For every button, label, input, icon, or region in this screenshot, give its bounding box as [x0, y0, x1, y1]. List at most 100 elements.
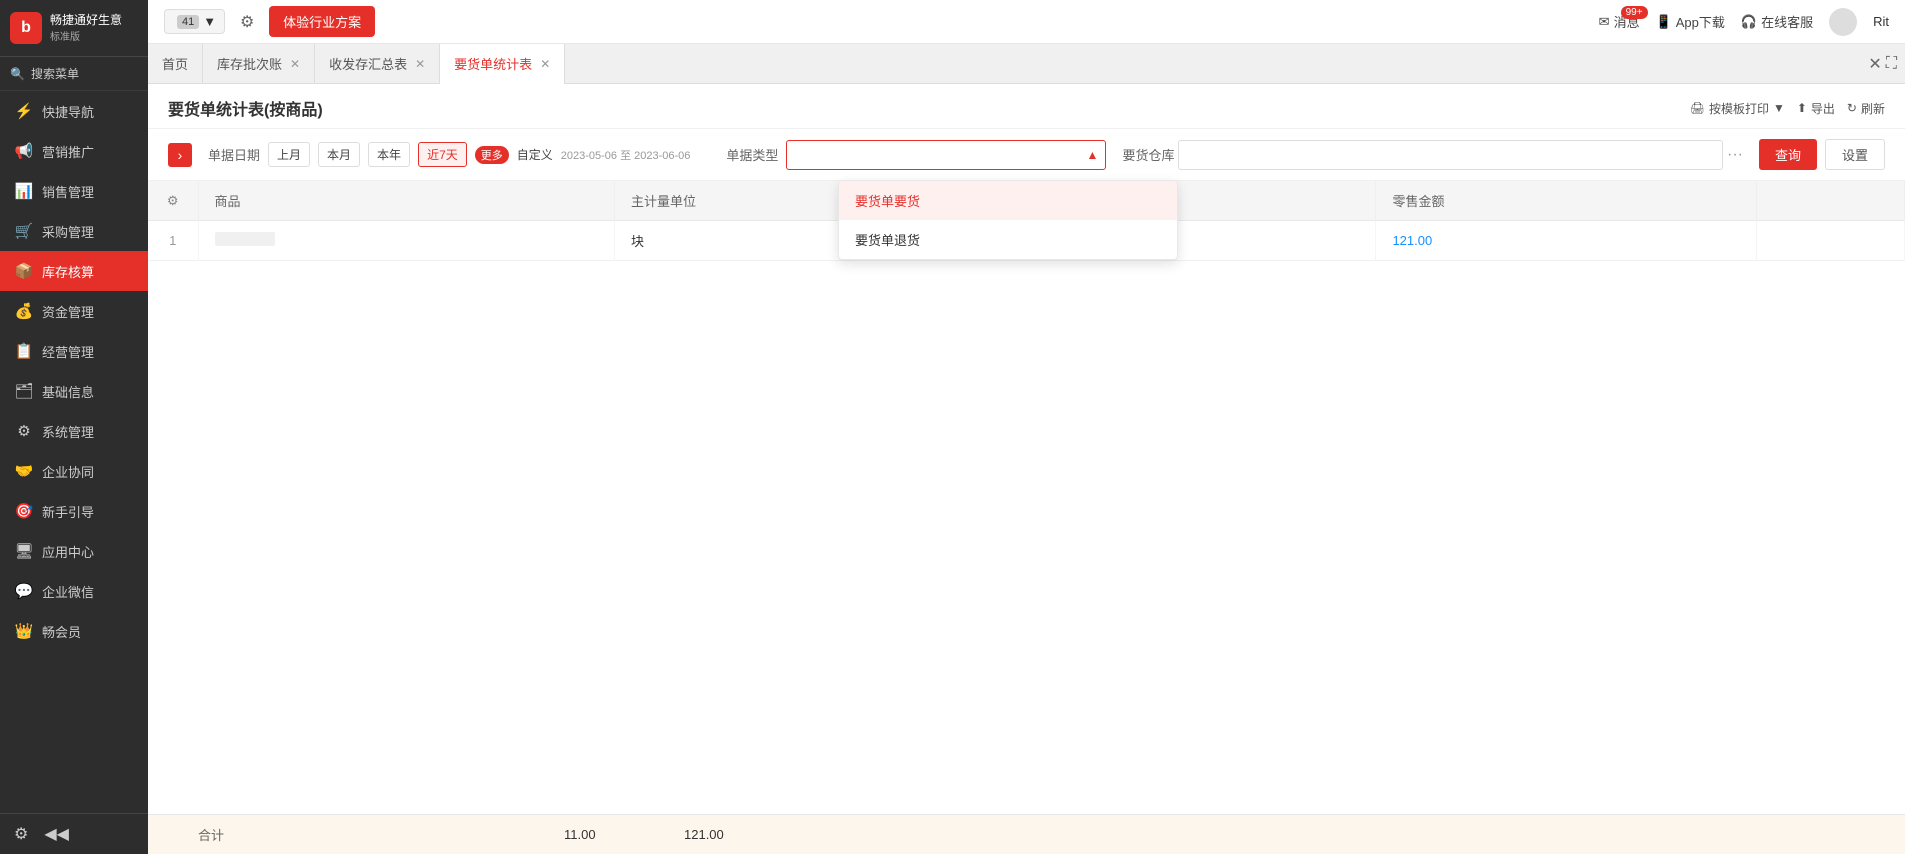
finance-icon: 💰	[14, 301, 34, 321]
trial-button[interactable]: 体验行业方案	[269, 6, 375, 37]
date-more-badge[interactable]: 更多	[475, 146, 509, 164]
service-icon: 🎧	[1741, 14, 1757, 30]
settings-icon[interactable]: ⚙	[14, 824, 28, 844]
sidebar-item-label: 库存核算	[42, 262, 94, 281]
sidebar-item-enterprise[interactable]: 🤝 企业协同	[0, 451, 148, 491]
cell-amount: 121.00	[1376, 221, 1757, 261]
sidebar-item-label: 采购管理	[42, 222, 94, 241]
sidebar-search[interactable]: 🔍 搜索菜单	[0, 57, 148, 91]
date-prev-month-button[interactable]: 上月	[268, 142, 310, 167]
sidebar-item-wechat[interactable]: 💬 企业微信	[0, 571, 148, 611]
filter-expand-button[interactable]: ›	[168, 143, 192, 167]
tabs-bar: 首页 库存批次账 ✕ 收发存汇总表 ✕ 要货单统计表 ✕ ✕ ⛶	[148, 44, 1905, 84]
query-button[interactable]: 查询	[1759, 139, 1817, 170]
top-bar-right: ✉ 消息 99+ 📱 App下载 🎧 在线客服 Rit	[1599, 8, 1889, 36]
message-badge: 99+	[1621, 6, 1648, 19]
sidebar-item-label: 销售管理	[42, 182, 94, 201]
sidebar-search-label: 搜索菜单	[31, 65, 79, 82]
store-selector[interactable]: 41 ▼	[164, 9, 225, 34]
message-icon: ✉	[1599, 14, 1610, 30]
sidebar-item-system[interactable]: ⚙ 系统管理	[0, 411, 148, 451]
sidebar: b 畅捷通好生意 标准版 🔍 搜索菜单 ⚡ 快捷导航 📢 营销推广 📊 销售管理…	[0, 0, 148, 854]
online-service-button[interactable]: 🎧 在线客服	[1741, 12, 1813, 31]
filter-buttons: 查询 设置	[1759, 139, 1885, 170]
sidebar-item-label: 经营管理	[42, 342, 94, 361]
sidebar-item-label: 系统管理	[42, 422, 94, 441]
sidebar-item-label: 畅会员	[42, 622, 81, 641]
table-footer: 合计 11.00 121.00	[148, 814, 1905, 854]
app-center-icon: 🖥	[14, 541, 34, 561]
tab-inventory-batch[interactable]: 库存批次账 ✕	[203, 44, 315, 84]
sidebar-item-marketing[interactable]: 📢 营销推广	[0, 131, 148, 171]
sidebar-bottom: ⚙ ◀◀	[0, 813, 148, 854]
warehouse-input[interactable]	[1178, 140, 1723, 170]
page-content: 要货单统计表(按商品) 🖨 按模板打印 ▼ ⬆ 导出 ↻ 刷新	[148, 84, 1905, 854]
th-settings[interactable]: ⚙	[148, 181, 198, 221]
enterprise-icon: 🤝	[14, 461, 34, 481]
th-extra	[1757, 181, 1905, 221]
app-download-button[interactable]: 📱 App下载	[1656, 12, 1725, 31]
logo-sub: 标准版	[50, 28, 122, 43]
date-this-month-button[interactable]: 本月	[318, 142, 360, 167]
sidebar-item-quick-nav[interactable]: ⚡ 快捷导航	[0, 91, 148, 131]
dropdown-item-label: 要货单退货	[855, 233, 920, 248]
footer-amount: 121.00	[668, 827, 788, 842]
chevron-right-icon: ›	[178, 147, 183, 163]
sidebar-item-inventory[interactable]: 📦 库存核算	[0, 251, 148, 291]
warehouse-filter-section: 要货仓库 ···	[1122, 140, 1743, 170]
tab-close-all-button[interactable]: ✕	[1868, 54, 1881, 74]
user-name: Rit	[1873, 14, 1889, 29]
sales-icon: 📊	[14, 181, 34, 201]
date-last-7days-button[interactable]: 近7天	[418, 142, 467, 167]
tab-recv-summary-close[interactable]: ✕	[415, 57, 425, 71]
tab-home[interactable]: 首页	[148, 44, 203, 84]
sidebar-item-label: 资金管理	[42, 302, 94, 321]
tab-order-summary[interactable]: 要货单统计表 ✕	[440, 44, 565, 84]
sidebar-item-label: 企业协同	[42, 462, 94, 481]
sidebar-item-purchase[interactable]: 🛒 采购管理	[0, 211, 148, 251]
th-product: 商品	[198, 181, 614, 221]
sidebar-item-basic[interactable]: 🗂 基础信息	[0, 371, 148, 411]
date-this-year-button[interactable]: 本年	[368, 142, 410, 167]
system-icon: ⚙	[14, 421, 34, 441]
dropdown-item-order-goods[interactable]: 要货单要货	[839, 181, 1177, 220]
page-header: 要货单统计表(按商品) 🖨 按模板打印 ▼ ⬆ 导出 ↻ 刷新	[148, 84, 1905, 129]
download-icon: 📱	[1656, 14, 1672, 30]
tab-home-label: 首页	[162, 54, 188, 73]
sidebar-item-guide[interactable]: 🎯 新手引导	[0, 491, 148, 531]
export-icon: ⬆	[1797, 101, 1807, 115]
sidebar-item-label: 基础信息	[42, 382, 94, 401]
guide-icon: 🎯	[14, 501, 34, 521]
print-template-button[interactable]: 🖨 按模板打印 ▼	[1690, 100, 1785, 117]
type-chevron-up-icon[interactable]: ▲	[1087, 148, 1099, 162]
sidebar-item-app-center[interactable]: 🖥 应用中心	[0, 531, 148, 571]
sidebar-item-member[interactable]: 👑 畅会员	[0, 611, 148, 651]
refresh-button[interactable]: ↻ 刷新	[1847, 100, 1885, 117]
type-select-wrapper: ▲	[786, 140, 1106, 170]
topbar-gear-button[interactable]: ⚙	[233, 8, 261, 36]
tab-order-summary-close[interactable]: ✕	[540, 57, 550, 71]
sidebar-item-sales[interactable]: 📊 销售管理	[0, 171, 148, 211]
tab-recv-summary[interactable]: 收发存汇总表 ✕	[315, 44, 440, 84]
collapse-icon[interactable]: ◀◀	[44, 824, 69, 844]
type-select-input[interactable]	[786, 140, 1106, 170]
marketing-icon: 📢	[14, 141, 34, 161]
export-button[interactable]: ⬆ 导出	[1797, 100, 1835, 117]
dropdown-item-order-return[interactable]: 要货单退货	[839, 220, 1177, 259]
sidebar-item-finance[interactable]: 💰 资金管理	[0, 291, 148, 331]
warehouse-more-icon[interactable]: ···	[1727, 146, 1743, 164]
filter-bar: › 单据日期 上月 本月 本年 近7天 更多 自定义 2023-05-06 至 …	[148, 129, 1905, 181]
online-service-label: 在线客服	[1761, 12, 1813, 31]
sidebar-item-label: 新手引导	[42, 502, 94, 521]
settings-filter-button[interactable]: 设置	[1825, 139, 1885, 170]
message-button[interactable]: ✉ 消息 99+	[1599, 12, 1640, 31]
store-count: 41	[177, 15, 199, 29]
tab-recv-summary-label: 收发存汇总表	[329, 54, 407, 73]
tab-expand-button[interactable]: ⛶	[1886, 55, 1897, 73]
sidebar-item-operation[interactable]: 📋 经营管理	[0, 331, 148, 371]
main-container: 41 ▼ ⚙ 体验行业方案 ✉ 消息 99+ 📱 App下载 🎧 在线客服 Ri…	[148, 0, 1905, 854]
avatar[interactable]	[1829, 8, 1857, 36]
date-custom-button[interactable]: 自定义	[517, 146, 553, 163]
tab-inventory-batch-close[interactable]: ✕	[290, 57, 300, 71]
th-amount: 零售金额	[1376, 181, 1757, 221]
